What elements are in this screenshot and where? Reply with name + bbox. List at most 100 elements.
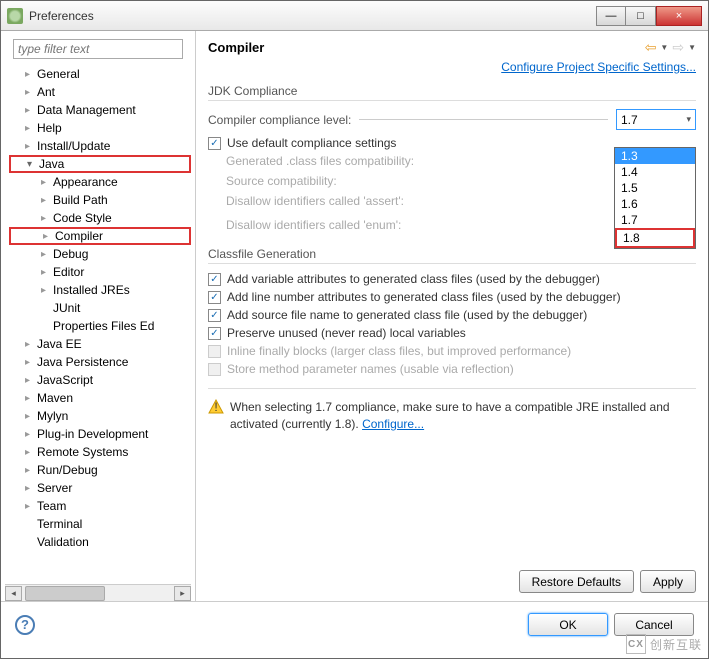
tree-item-ant[interactable]: Ant [9, 83, 191, 101]
tree-item-java[interactable]: Java [9, 155, 191, 173]
tree-arrow-icon[interactable] [25, 141, 37, 152]
dropdown-option-1-8[interactable]: 1.8 [615, 228, 695, 248]
tree-item-javascript[interactable]: JavaScript [9, 371, 191, 389]
tree-item-remote-systems[interactable]: Remote Systems [9, 443, 191, 461]
preserve-checkbox[interactable] [208, 327, 221, 340]
tree-item-junit[interactable]: JUnit [9, 299, 191, 317]
tree-item-general[interactable]: General [9, 65, 191, 83]
tree-item-appearance[interactable]: Appearance [9, 173, 191, 191]
tree-item-editor[interactable]: Editor [9, 263, 191, 281]
tree-arrow-icon[interactable] [25, 447, 37, 458]
tree-arrow-icon[interactable] [41, 213, 53, 224]
preferences-tree[interactable]: General Ant Data Management Help Install/Upd… [5, 65, 191, 584]
minimize-button[interactable]: — [596, 6, 626, 26]
scroll-left-arrow-icon[interactable]: ◂ [5, 586, 22, 601]
scroll-right-arrow-icon[interactable]: ▸ [174, 586, 191, 601]
tree-arrow-icon[interactable] [25, 501, 37, 512]
cancel-button[interactable]: Cancel [614, 613, 694, 636]
tree-arrow-icon[interactable] [25, 411, 37, 422]
tree-item-compiler[interactable]: Compiler [9, 227, 191, 245]
tree-arrow-icon[interactable] [25, 69, 37, 80]
tree-arrow-icon[interactable] [41, 249, 53, 260]
horizontal-scrollbar[interactable]: ◂ ▸ [5, 584, 191, 601]
tree-arrow-icon[interactable] [41, 195, 53, 206]
tree-item-label: Java [39, 157, 64, 171]
tree-item-terminal[interactable]: Terminal [9, 515, 191, 533]
tree-arrow-icon[interactable] [25, 375, 37, 386]
inline-row: Inline finally blocks (larger class file… [208, 344, 696, 358]
tree-item-label: Data Management [37, 103, 136, 117]
tree-item-validation[interactable]: Validation [9, 533, 191, 551]
nav-forward-dropdown-icon[interactable]: ▼ [688, 43, 696, 52]
tree-item-label: Java Persistence [37, 355, 128, 369]
sidebar: General Ant Data Management Help Install/Upd… [1, 31, 196, 601]
nav-back-dropdown-icon[interactable]: ▼ [660, 43, 668, 52]
filter-input[interactable] [13, 39, 183, 59]
tree-arrow-icon[interactable] [25, 483, 37, 494]
tree-arrow-icon[interactable] [41, 267, 53, 278]
add-line-checkbox[interactable] [208, 291, 221, 304]
compliance-dropdown-list[interactable]: 1.31.41.51.61.71.8 [614, 147, 696, 249]
tree-item-java-ee[interactable]: Java EE [9, 335, 191, 353]
tree-arrow-icon[interactable] [25, 357, 37, 368]
tree-arrow-icon[interactable] [25, 465, 37, 476]
tree-item-java-persistence[interactable]: Java Persistence [9, 353, 191, 371]
tree-arrow-icon[interactable] [25, 87, 37, 98]
tree-item-help[interactable]: Help [9, 119, 191, 137]
nav-forward-icon[interactable]: ⇨ [672, 39, 684, 56]
ok-button[interactable]: OK [528, 613, 608, 636]
tree-item-label: Server [37, 481, 72, 495]
nav-back-icon[interactable]: ⇦ [645, 39, 657, 56]
tree-arrow-icon[interactable] [25, 123, 37, 134]
dropdown-option-1-7[interactable]: 1.7 [615, 212, 695, 228]
tree-arrow-icon[interactable] [27, 159, 39, 170]
compliance-level-select[interactable]: 1.7 [616, 109, 696, 130]
tree-item-installed-jres[interactable]: Installed JREs [9, 281, 191, 299]
tree-arrow-icon[interactable] [25, 393, 37, 404]
tree-item-label: JUnit [53, 301, 80, 315]
tree-arrow-icon[interactable] [25, 429, 37, 440]
maximize-button[interactable]: □ [626, 6, 656, 26]
dropdown-option-1-6[interactable]: 1.6 [615, 196, 695, 212]
main-panel: Compiler ⇦ ▼ ⇨ ▼ Configure Project Speci… [196, 31, 708, 601]
add-var-checkbox[interactable] [208, 273, 221, 286]
tree-arrow-icon[interactable] [41, 285, 53, 296]
classfile-section: Classfile Generation [208, 247, 696, 264]
tree-arrow-icon[interactable] [25, 105, 37, 116]
config-project-link[interactable]: Configure Project Specific Settings... [501, 60, 696, 74]
store-checkbox [208, 363, 221, 376]
add-line-label: Add line number attributes to generated … [227, 290, 621, 304]
restore-defaults-button[interactable]: Restore Defaults [519, 570, 634, 593]
tree-item-properties-files-ed[interactable]: Properties Files Ed [9, 317, 191, 335]
tree-item-team[interactable]: Team [9, 497, 191, 515]
tree-arrow-icon[interactable] [43, 231, 55, 242]
tree-item-plug-in-development[interactable]: Plug-in Development [9, 425, 191, 443]
dropdown-option-1-5[interactable]: 1.5 [615, 180, 695, 196]
tree-item-install-update[interactable]: Install/Update [9, 137, 191, 155]
tree-arrow-icon[interactable] [41, 177, 53, 188]
add-source-checkbox[interactable] [208, 309, 221, 322]
tree-item-data-management[interactable]: Data Management [9, 101, 191, 119]
tree-item-label: Ant [37, 85, 55, 99]
tree-item-maven[interactable]: Maven [9, 389, 191, 407]
tree-item-code-style[interactable]: Code Style [9, 209, 191, 227]
scroll-thumb[interactable] [25, 586, 105, 601]
tree-item-run-debug[interactable]: Run/Debug [9, 461, 191, 479]
configure-jre-link[interactable]: Configure... [362, 417, 424, 431]
close-button[interactable]: × [656, 6, 702, 26]
tree-item-build-path[interactable]: Build Path [9, 191, 191, 209]
help-icon[interactable]: ? [15, 615, 35, 635]
main-header: Compiler ⇦ ▼ ⇨ ▼ [208, 39, 696, 56]
tree-item-server[interactable]: Server [9, 479, 191, 497]
window-buttons: — □ × [596, 6, 702, 26]
tree-arrow-icon[interactable] [25, 339, 37, 350]
tree-item-debug[interactable]: Debug [9, 245, 191, 263]
use-default-checkbox[interactable] [208, 137, 221, 150]
dropdown-option-1-3[interactable]: 1.3 [615, 148, 695, 164]
tree-item-mylyn[interactable]: Mylyn [9, 407, 191, 425]
dropdown-option-1-4[interactable]: 1.4 [615, 164, 695, 180]
tree-item-label: Build Path [53, 193, 108, 207]
apply-button[interactable]: Apply [640, 570, 696, 593]
tree-item-label: Install/Update [37, 139, 110, 153]
tree-item-label: Validation [37, 535, 89, 549]
